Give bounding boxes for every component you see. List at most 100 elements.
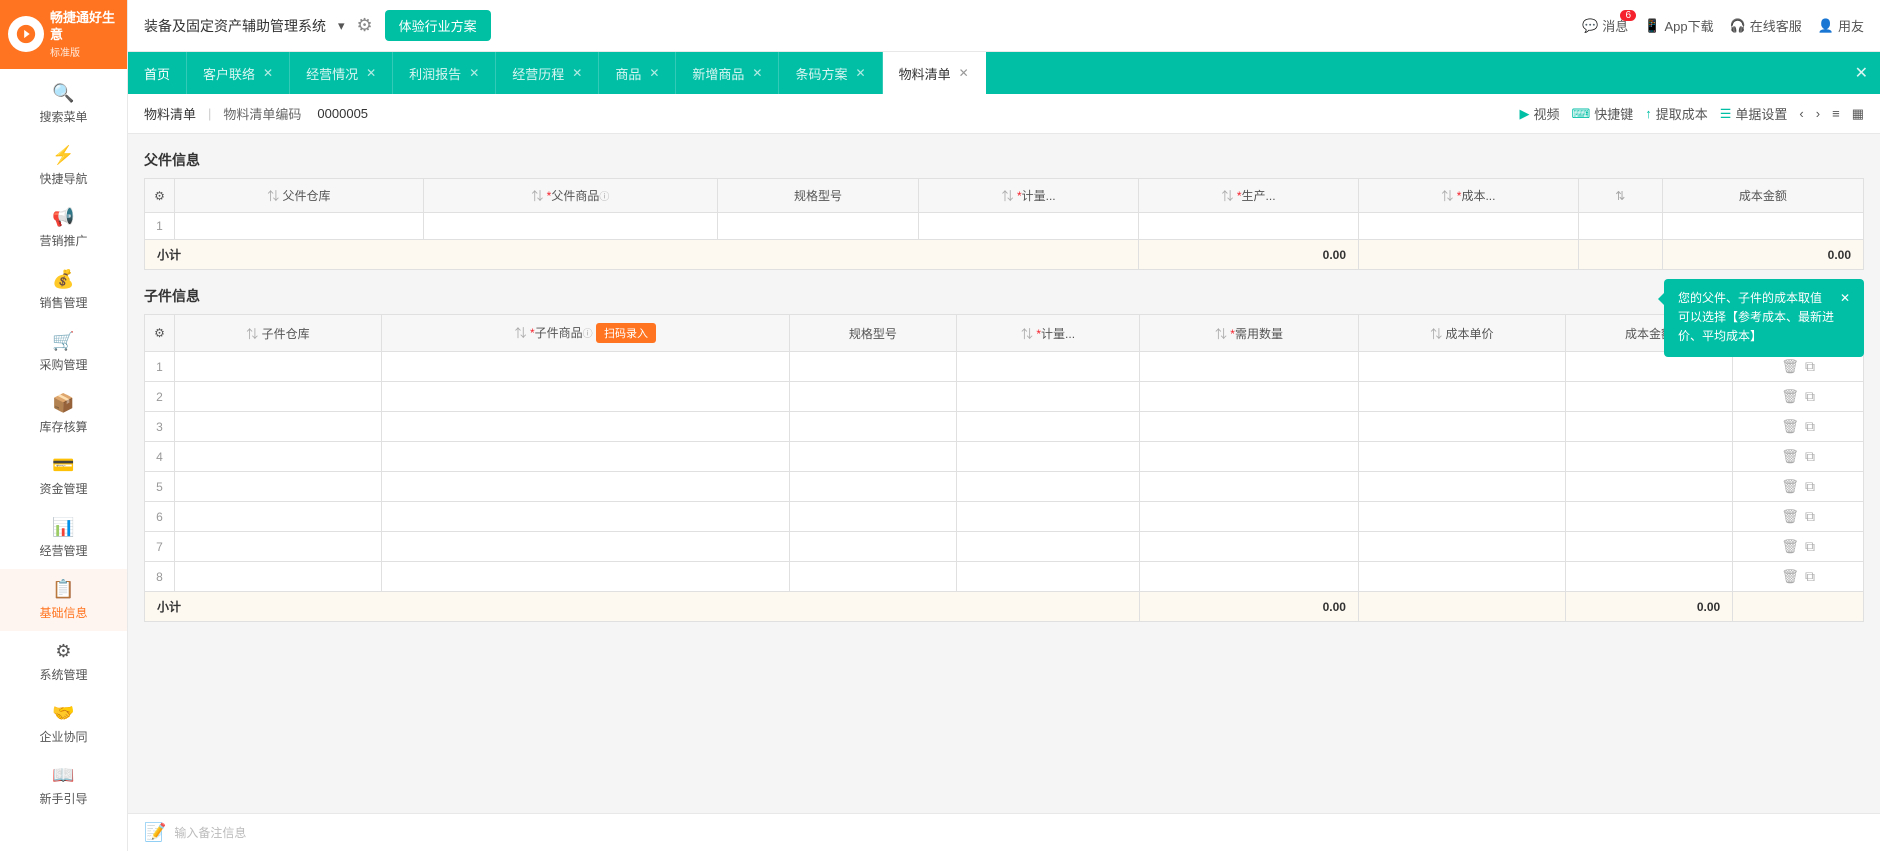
child-row-8-warehouse[interactable] xyxy=(175,562,382,592)
child-row-6-spec[interactable] xyxy=(789,502,956,532)
tab-close-icon[interactable]: ✕ xyxy=(752,66,762,80)
sidebar-item-新手引导[interactable]: 📖新手引导 xyxy=(0,755,127,817)
system-title-dropdown[interactable]: ▾ xyxy=(338,18,345,34)
experience-button[interactable]: 体验行业方案 xyxy=(385,10,491,41)
user-button[interactable]: 👤 用友 xyxy=(1818,16,1864,35)
delete-icon[interactable]: 🗑 xyxy=(1781,538,1799,555)
parent-row-1-cost[interactable] xyxy=(1359,213,1579,240)
shortcut-tool[interactable]: ⌨ 快捷键 xyxy=(1571,104,1633,123)
child-row-7-product[interactable] xyxy=(381,532,789,562)
parent-row-1-production[interactable] xyxy=(1139,213,1359,240)
extract-cost-tool[interactable]: ↑ 提取成本 xyxy=(1645,104,1708,123)
child-row-1-product[interactable] xyxy=(381,352,789,382)
child-row-6-unit[interactable] xyxy=(957,502,1140,532)
delete-icon[interactable]: 🗑 xyxy=(1781,448,1799,465)
copy-icon[interactable]: ⧉ xyxy=(1805,448,1815,465)
list-view[interactable]: ▦ xyxy=(1852,106,1864,122)
nav-tab-商品[interactable]: 商品✕ xyxy=(599,52,676,94)
sidebar-item-系统管理[interactable]: ⚙系统管理 xyxy=(0,631,127,693)
sidebar-item-营销推广[interactable]: 📢营销推广 xyxy=(0,197,127,259)
child-row-7-qty[interactable] xyxy=(1139,532,1358,562)
child-row-5-qty[interactable] xyxy=(1139,472,1358,502)
child-row-3-qty[interactable] xyxy=(1139,412,1358,442)
child-row-4-product[interactable] xyxy=(381,442,789,472)
child-row-8-spec[interactable] xyxy=(789,562,956,592)
tab-close-icon[interactable]: ✕ xyxy=(469,66,479,80)
parent-row-1-product[interactable] xyxy=(423,213,717,240)
child-row-2-unit-cost[interactable] xyxy=(1358,382,1565,412)
copy-icon[interactable]: ⧉ xyxy=(1805,358,1815,375)
child-row-7-unit-cost[interactable] xyxy=(1358,532,1565,562)
child-row-1-unit-cost[interactable] xyxy=(1358,352,1565,382)
child-row-1-spec[interactable] xyxy=(789,352,956,382)
sidebar-item-企业协同[interactable]: 🤝企业协同 xyxy=(0,693,127,755)
nav-tab-利润报告[interactable]: 利润报告✕ xyxy=(393,52,496,94)
delete-icon[interactable]: 🗑 xyxy=(1781,508,1799,525)
copy-icon[interactable]: ⧉ xyxy=(1805,508,1815,525)
nav-tab-经营情况[interactable]: 经营情况✕ xyxy=(290,52,393,94)
child-row-5-unit-cost[interactable] xyxy=(1358,472,1565,502)
doc-settings-tool[interactable]: ☰ 单据设置 xyxy=(1720,104,1788,123)
tooltip-close-button[interactable]: ✕ xyxy=(1840,289,1850,308)
nav-prev[interactable]: ‹ xyxy=(1799,106,1803,121)
child-row-1-unit[interactable] xyxy=(957,352,1140,382)
child-row-4-spec[interactable] xyxy=(789,442,956,472)
child-row-3-unit[interactable] xyxy=(957,412,1140,442)
copy-icon[interactable]: ⧉ xyxy=(1805,478,1815,495)
tab-close-icon[interactable]: ✕ xyxy=(366,66,376,80)
bottom-hint[interactable]: 输入备注信息 xyxy=(174,824,246,841)
child-row-1-qty[interactable] xyxy=(1139,352,1358,382)
child-row-5-product[interactable] xyxy=(381,472,789,502)
app-download-button[interactable]: 📱 App下载 xyxy=(1644,16,1713,35)
close-all-tabs-button[interactable]: ✕ xyxy=(1843,63,1880,83)
child-row-2-unit[interactable] xyxy=(957,382,1140,412)
messages-button[interactable]: 💬 消息 6 xyxy=(1582,16,1628,35)
sidebar-item-资金管理[interactable]: 💳资金管理 xyxy=(0,445,127,507)
grid-view[interactable]: ≡ xyxy=(1832,106,1840,121)
child-row-6-product[interactable] xyxy=(381,502,789,532)
video-tool[interactable]: ▶ 视频 xyxy=(1519,104,1559,123)
parent-col-gear[interactable]: ⚙ xyxy=(145,179,175,213)
tab-close-icon[interactable]: ✕ xyxy=(572,66,582,80)
child-row-1-warehouse[interactable] xyxy=(175,352,382,382)
tab-close-icon[interactable]: ✕ xyxy=(263,66,273,80)
sidebar-item-快捷导航[interactable]: ⚡快捷导航 xyxy=(0,135,127,197)
child-row-8-unit-cost[interactable] xyxy=(1358,562,1565,592)
nav-tab-经营历程[interactable]: 经营历程✕ xyxy=(496,52,599,94)
nav-tab-首页[interactable]: 首页 xyxy=(128,52,187,94)
parent-row-1-unit[interactable] xyxy=(919,213,1139,240)
sidebar-item-经营管理[interactable]: 📊经营管理 xyxy=(0,507,127,569)
delete-icon[interactable]: 🗑 xyxy=(1781,358,1799,375)
sidebar-item-库存核算[interactable]: 📦库存核算 xyxy=(0,383,127,445)
delete-icon[interactable]: 🗑 xyxy=(1781,568,1799,585)
delete-icon[interactable]: 🗑 xyxy=(1781,418,1799,435)
sidebar-item-采购管理[interactable]: 🛒采购管理 xyxy=(0,321,127,383)
nav-tab-条码方案[interactable]: 条码方案✕ xyxy=(779,52,882,94)
child-row-4-qty[interactable] xyxy=(1139,442,1358,472)
nav-tab-物料清单[interactable]: 物料清单✕ xyxy=(883,52,986,94)
child-row-3-warehouse[interactable] xyxy=(175,412,382,442)
child-row-5-spec[interactable] xyxy=(789,472,956,502)
tab-close-icon[interactable]: ✕ xyxy=(649,66,659,80)
child-row-2-product[interactable] xyxy=(381,382,789,412)
sidebar-item-基础信息[interactable]: 📋基础信息 xyxy=(0,569,127,631)
child-row-2-spec[interactable] xyxy=(789,382,956,412)
child-row-7-spec[interactable] xyxy=(789,532,956,562)
scan-input-button[interactable]: 扫码录入 xyxy=(596,323,656,343)
nav-next[interactable]: › xyxy=(1816,106,1820,121)
child-row-4-unit-cost[interactable] xyxy=(1358,442,1565,472)
child-row-8-product[interactable] xyxy=(381,562,789,592)
child-row-7-unit[interactable] xyxy=(957,532,1140,562)
delete-icon[interactable]: 🗑 xyxy=(1781,388,1799,405)
parent-row-1-warehouse[interactable] xyxy=(175,213,424,240)
copy-icon[interactable]: ⧉ xyxy=(1805,568,1815,585)
online-service-button[interactable]: 🎧 在线客服 xyxy=(1730,16,1802,35)
tab-close-icon[interactable]: ✕ xyxy=(959,66,969,80)
child-row-3-unit-cost[interactable] xyxy=(1358,412,1565,442)
copy-icon[interactable]: ⧉ xyxy=(1805,538,1815,555)
tab-close-icon[interactable]: ✕ xyxy=(856,66,866,80)
nav-tab-客户联络[interactable]: 客户联络✕ xyxy=(187,52,290,94)
child-row-5-unit[interactable] xyxy=(957,472,1140,502)
child-col-gear[interactable]: ⚙ xyxy=(145,315,175,352)
child-row-2-qty[interactable] xyxy=(1139,382,1358,412)
